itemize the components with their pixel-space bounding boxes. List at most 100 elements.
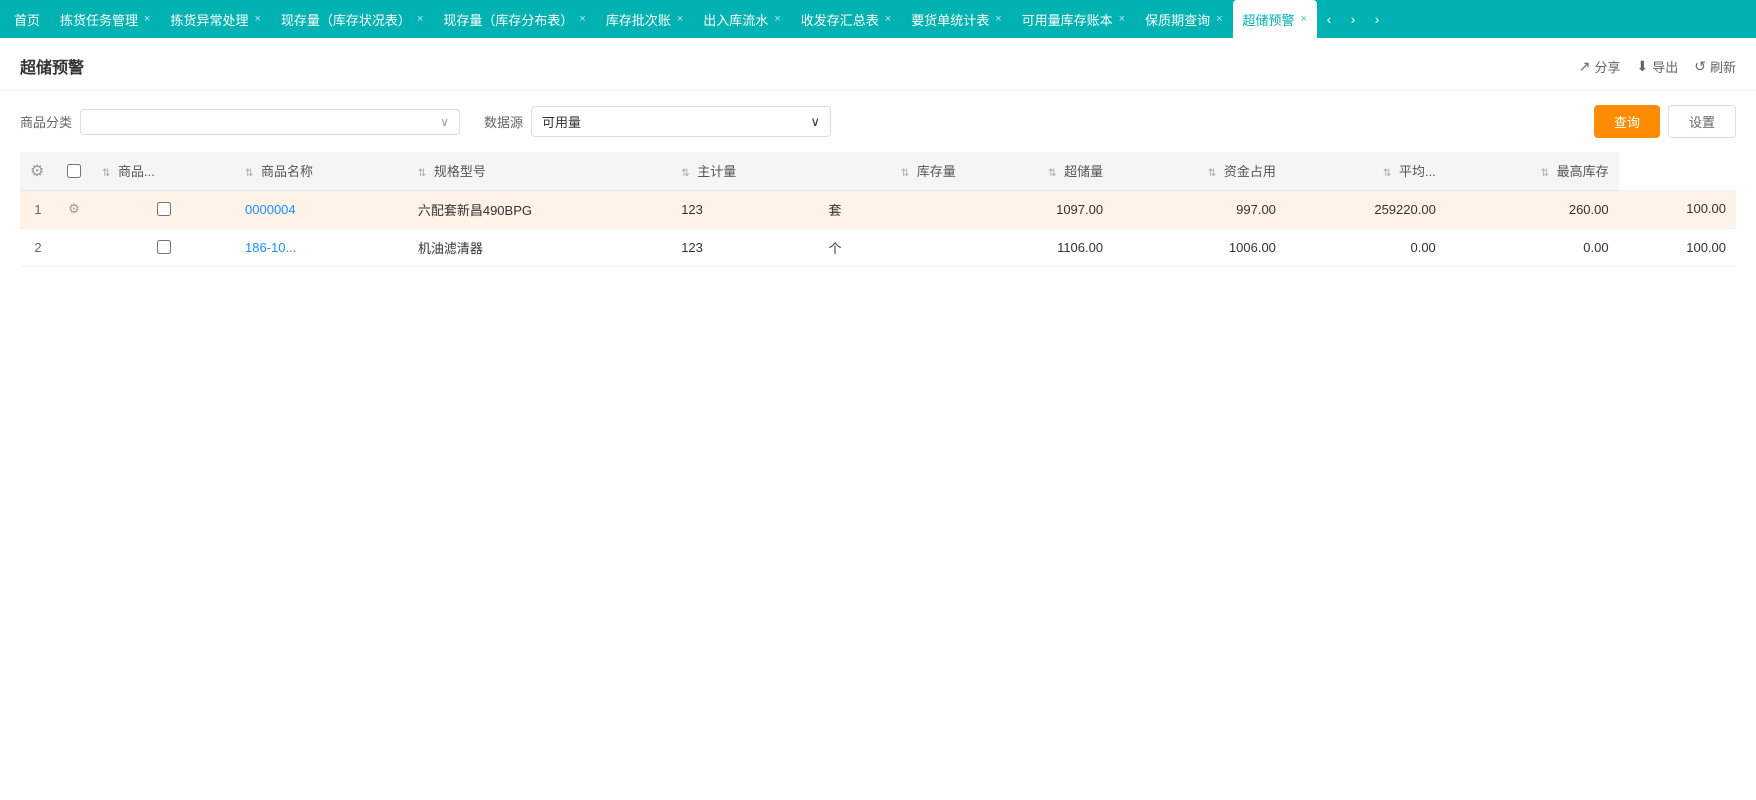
row-product-name: 六配套新昌490BPG: [408, 190, 671, 228]
sort-icon-spec: ⇅: [418, 168, 426, 179]
nav-label-overstock-warning: 超储预警: [1243, 10, 1295, 29]
table-header-row: ⚙ ⇅ 商品... ⇅ 商品名称: [20, 152, 1736, 190]
nav-item-inventory-status[interactable]: 现存量（库存状况表） ×: [271, 0, 433, 38]
table-container: ⚙ ⇅ 商品... ⇅ 商品名称: [0, 152, 1756, 267]
nav-close-batch-account[interactable]: ×: [677, 13, 683, 25]
nav-item-home[interactable]: 首页: [4, 0, 50, 38]
nav-close-overstock-warning[interactable]: ×: [1301, 13, 1307, 25]
table-body: 1 ⚙ 0000004 六配套新昌490BPG 123 套 1097.00 99…: [20, 190, 1736, 266]
nav-prev-arrow[interactable]: ‹: [1317, 0, 1341, 38]
nav-item-inventory-dist[interactable]: 现存量（库存分布表） ×: [433, 0, 595, 38]
row-capital-usage: 259220.00: [1286, 190, 1446, 228]
row-spec: 123: [671, 228, 818, 266]
export-button[interactable]: ⬇ 导出: [1637, 57, 1679, 76]
row-number: 2: [20, 228, 56, 266]
nav-item-task-mgmt[interactable]: 拣货任务管理 ×: [50, 0, 160, 38]
row-checkbox-0[interactable]: [157, 202, 171, 216]
sort-icon-avg: ⇅: [1383, 168, 1391, 179]
col-header-avg[interactable]: ⇅ 平均...: [1286, 152, 1446, 190]
nav-item-inout-flow[interactable]: 出入库流水 ×: [693, 0, 790, 38]
nav-item-quality-check[interactable]: 保质期查询 ×: [1135, 0, 1232, 38]
row-unit: 套: [819, 190, 966, 228]
row-overstock-qty: 1006.00: [1113, 228, 1286, 266]
nav-close-task-mgmt[interactable]: ×: [144, 13, 150, 25]
row-gear[interactable]: ⚙: [56, 190, 92, 228]
col-header-overstock-qty[interactable]: ⇅ 超储量: [966, 152, 1113, 190]
datasource-value: 可用量: [542, 112, 581, 131]
refresh-icon: ↺: [1694, 58, 1706, 75]
filter-buttons: 查询 设置: [1594, 105, 1736, 138]
nav-item-order-stats[interactable]: 要货单统计表 ×: [901, 0, 1011, 38]
nav-close-inventory-status[interactable]: ×: [417, 13, 423, 25]
row-product-code: 0000004: [235, 190, 408, 228]
nav-label-abnormal: 拣货异常处理: [170, 10, 248, 29]
export-icon: ⬇: [1637, 58, 1649, 75]
col-header-unit[interactable]: ⇅ 主计量: [671, 152, 818, 190]
page-title: 超储预警: [20, 54, 84, 78]
nav-label-quality-check: 保质期查询: [1145, 10, 1210, 29]
category-arrow: ∨: [440, 115, 449, 129]
nav-close-order-stats[interactable]: ×: [995, 13, 1001, 25]
sort-icon-capital-usage: ⇅: [1208, 168, 1216, 179]
row-avg: 0.00: [1446, 228, 1619, 266]
row-checkbox-cell: [92, 228, 235, 266]
share-icon: ↗: [1579, 58, 1591, 75]
nav-item-collect-summary[interactable]: 收发存汇总表 ×: [791, 0, 901, 38]
nav-item-batch-account[interactable]: 库存批次账 ×: [596, 0, 693, 38]
sort-icon-product-name: ⇅: [245, 168, 253, 179]
col-header-product-code[interactable]: ⇅ 商品...: [92, 152, 235, 190]
row-stock-qty: 1097.00: [966, 190, 1113, 228]
nav-next-arrow[interactable]: ›: [1341, 0, 1365, 38]
row-max-stock: 100.00: [1619, 190, 1736, 228]
nav-label-inventory-dist: 现存量（库存分布表）: [443, 10, 573, 29]
row-gear[interactable]: [56, 228, 92, 266]
col-header-stock-qty[interactable]: ⇅ 库存量: [819, 152, 966, 190]
nav-item-overstock-warning[interactable]: 超储预警 ×: [1233, 0, 1317, 38]
sort-icon-overstock-qty: ⇅: [1048, 168, 1056, 179]
nav-close-collect-summary[interactable]: ×: [885, 13, 891, 25]
col-header-gear: ⚙: [20, 152, 56, 190]
datasource-filter: 数据源 可用量 ∨: [484, 106, 831, 137]
query-button[interactable]: 查询: [1594, 105, 1660, 138]
filter-area: 商品分类 ∨ 数据源 可用量 ∨ 查询 设置: [0, 91, 1756, 152]
nav-close-quality-check[interactable]: ×: [1216, 13, 1222, 25]
nav-item-abnormal[interactable]: 拣货异常处理 ×: [160, 0, 270, 38]
nav-bar: 首页 拣货任务管理 × 拣货异常处理 × 现存量（库存状况表） × 现存量（库存…: [0, 0, 1756, 38]
datasource-select[interactable]: 可用量 ∨: [531, 106, 831, 137]
row-unit: 个: [819, 228, 966, 266]
row-checkbox-1[interactable]: [157, 240, 171, 254]
col-header-spec[interactable]: ⇅ 规格型号: [408, 152, 671, 190]
select-all-checkbox[interactable]: [67, 164, 81, 178]
nav-label-collect-summary: 收发存汇总表: [801, 10, 879, 29]
row-product-name: 机油滤清器: [408, 228, 671, 266]
row-avg: 260.00: [1446, 190, 1619, 228]
nav-label-inout-flow: 出入库流水: [703, 10, 768, 29]
share-label: 分享: [1594, 57, 1620, 76]
sort-icon-product-code: ⇅: [102, 168, 110, 179]
table-row: 1 ⚙ 0000004 六配套新昌490BPG 123 套 1097.00 99…: [20, 190, 1736, 228]
col-header-max-stock[interactable]: ⇅ 最高库存: [1446, 152, 1619, 190]
nav-item-available-stock[interactable]: 可用量库存账本 ×: [1012, 0, 1135, 38]
nav-close-abnormal[interactable]: ×: [254, 13, 260, 25]
nav-more-arrow[interactable]: ›: [1365, 0, 1389, 38]
col-header-capital-usage[interactable]: ⇅ 资金占用: [1113, 152, 1286, 190]
settings-button[interactable]: 设置: [1668, 105, 1736, 138]
sort-icon-max-stock: ⇅: [1541, 168, 1549, 179]
share-button[interactable]: ↗ 分享: [1579, 57, 1621, 76]
row-spec: 123: [671, 190, 818, 228]
col-header-product-name[interactable]: ⇅ 商品名称: [235, 152, 408, 190]
table-row: 2 186-10... 机油滤清器 123 个 1106.00 1006.00 …: [20, 228, 1736, 266]
nav-close-inventory-dist[interactable]: ×: [579, 13, 585, 25]
nav-close-available-stock[interactable]: ×: [1119, 13, 1125, 25]
nav-close-inout-flow[interactable]: ×: [774, 13, 780, 25]
page-content: 超储预警 ↗ 分享 ⬇ 导出 ↺ 刷新 商品分类 ∨: [0, 38, 1756, 800]
sort-icon-unit: ⇅: [681, 168, 689, 179]
gear-header-icon[interactable]: ⚙: [30, 163, 44, 180]
nav-label-inventory-status: 现存量（库存状况表）: [281, 10, 411, 29]
row-product-code: 186-10...: [235, 228, 408, 266]
row-stock-qty: 1106.00: [966, 228, 1113, 266]
refresh-button[interactable]: ↺ 刷新: [1694, 57, 1736, 76]
sort-icon-stock-qty: ⇅: [901, 168, 909, 179]
nav-label-batch-account: 库存批次账: [606, 10, 671, 29]
category-select[interactable]: ∨: [80, 109, 460, 135]
